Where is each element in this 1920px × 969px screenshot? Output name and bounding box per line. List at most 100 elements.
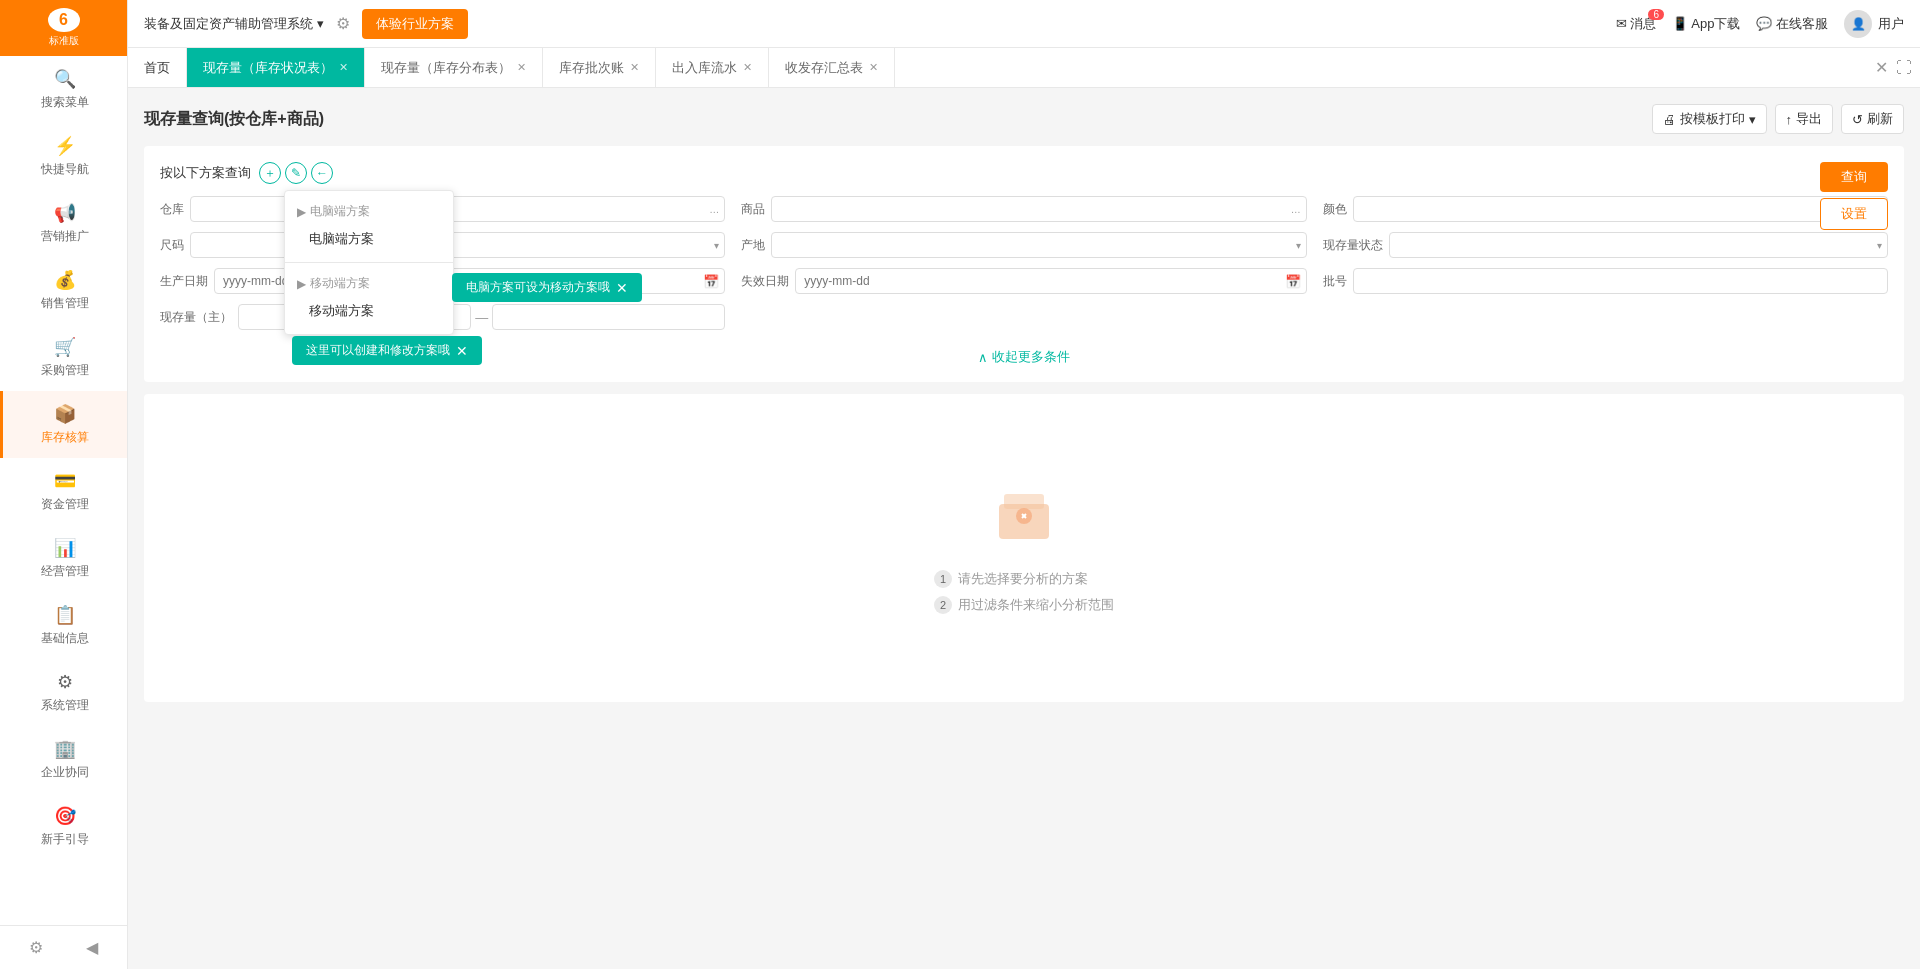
sidebar-item-system[interactable]: ⚙ 系统管理 xyxy=(0,659,127,726)
svg-rect-1 xyxy=(1004,494,1044,509)
sidebar-item-label: 快捷导航 xyxy=(41,161,89,178)
search-btn[interactable]: 查询 xyxy=(1820,162,1888,192)
sidebar: 6 标准版 🔍 搜索菜单 ⚡ 快捷导航 📢 营销推广 💰 销售管理 🛒 采购管理… xyxy=(0,0,128,969)
message-btn[interactable]: ✉ 6 消息 xyxy=(1616,15,1657,33)
origin-input[interactable] xyxy=(771,232,1306,258)
trial-btn[interactable]: 体验行业方案 xyxy=(362,9,468,39)
main-content: 装备及固定资产辅助管理系统 ▾ ⚙ 体验行业方案 ✉ 6 消息 📱 App下载 … xyxy=(128,0,1920,969)
sidebar-item-label: 基础信息 xyxy=(41,630,89,647)
tab-inventory-dist[interactable]: 现存量（库存分布表） ✕ xyxy=(365,48,543,87)
print-icon: 🖨 xyxy=(1663,112,1676,127)
tab-close-icon[interactable]: ✕ xyxy=(630,62,639,73)
tooltip-create-close[interactable]: ✕ xyxy=(456,343,468,359)
warehouse-input[interactable] xyxy=(190,196,725,222)
sidebar-item-sales[interactable]: 💰 销售管理 xyxy=(0,257,127,324)
top-header-left: 装备及固定资产辅助管理系统 ▾ ⚙ 体验行业方案 xyxy=(144,9,468,39)
tab-batch-account[interactable]: 库存批次账 ✕ xyxy=(543,48,656,87)
tab-inout-flow[interactable]: 出入库流水 ✕ xyxy=(656,48,769,87)
print-arrow: ▾ xyxy=(1749,112,1756,127)
tab-home[interactable]: 首页 xyxy=(128,48,187,87)
sidebar-item-guide[interactable]: 🎯 新手引导 xyxy=(0,793,127,860)
sidebar-item-inventory[interactable]: 📦 库存核算 xyxy=(0,391,127,458)
size-input[interactable] xyxy=(190,232,725,258)
system-selector[interactable]: 装备及固定资产辅助管理系统 ▾ xyxy=(144,15,324,33)
warehouse-select-wrapper: … xyxy=(190,196,725,222)
app-download-label: App下载 xyxy=(1691,16,1740,31)
mobile-section-label: 移动端方案 xyxy=(310,275,370,292)
avatar: 👤 xyxy=(1844,10,1872,38)
stock-range-separator: — xyxy=(475,310,488,325)
sidebar-logo: 6 标准版 xyxy=(0,0,127,56)
goods-input[interactable] xyxy=(771,196,1306,222)
page-actions: 🖨 按模板打印 ▾ ↑ 导出 ↺ 刷新 xyxy=(1652,104,1905,134)
user-area[interactable]: 👤 用户 xyxy=(1844,10,1904,38)
refresh-btn[interactable]: ↺ 刷新 xyxy=(1841,104,1904,134)
scheme-mobile-title: ▶ 移动端方案 xyxy=(285,271,453,296)
sidebar-item-search[interactable]: 🔍 搜索菜单 xyxy=(0,56,127,123)
sidebar-settings-btn[interactable]: ⚙ xyxy=(29,938,43,957)
tab-receive-summary[interactable]: 收发存汇总表 ✕ xyxy=(769,48,895,87)
tab-close-icon[interactable]: ✕ xyxy=(517,62,526,73)
sidebar-item-quick-nav[interactable]: ⚡ 快捷导航 xyxy=(0,123,127,190)
empty-tip-1: 1 请先选择要分析的方案 xyxy=(934,570,1114,588)
filter-actions: ＋ ✎ ← xyxy=(259,162,333,184)
filter-header: 按以下方案查询 ＋ ✎ ← xyxy=(160,162,1888,184)
header-settings-icon[interactable]: ⚙ xyxy=(336,14,350,33)
scheme-pc-section: ▶ 电脑端方案 电脑端方案 xyxy=(285,191,453,262)
scheme-arrow-btn[interactable]: ← xyxy=(311,162,333,184)
settings-btn[interactable]: 设置 xyxy=(1820,198,1888,230)
tab-actions: ✕ ⛶ xyxy=(1867,48,1920,87)
sidebar-item-label: 搜索菜单 xyxy=(41,94,89,111)
finance-icon: 💳 xyxy=(54,470,76,492)
tab-fullscreen-icon[interactable]: ⛶ xyxy=(1896,59,1912,77)
tooltip-create: 这里可以创建和修改方案哦 ✕ xyxy=(292,336,482,365)
tooltip-pc: 电脑方案可设为移动方案哦 ✕ xyxy=(452,273,642,302)
enterprise-icon: 🏢 xyxy=(54,738,76,760)
sidebar-item-enterprise[interactable]: 🏢 企业协同 xyxy=(0,726,127,793)
stock-main-to-input[interactable] xyxy=(492,304,725,330)
scheme-pc-item[interactable]: 电脑端方案 xyxy=(285,224,453,254)
tab-label: 出入库流水 xyxy=(672,59,737,77)
sidebar-item-marketing[interactable]: 📢 营销推广 xyxy=(0,190,127,257)
filter-panel: 按以下方案查询 ＋ ✎ ← ▶ 电脑端方案 电脑端方案 xyxy=(144,146,1904,382)
expire-date-input[interactable] xyxy=(795,268,1306,294)
app-download-btn[interactable]: 📱 App下载 xyxy=(1672,15,1740,33)
batch-input[interactable] xyxy=(1353,268,1888,294)
sidebar-item-purchase[interactable]: 🛒 采购管理 xyxy=(0,324,127,391)
sales-icon: 💰 xyxy=(54,269,76,291)
scheme-mobile-item[interactable]: 移动端方案 xyxy=(285,296,453,326)
filter-item-expire-date: 失效日期 📅 xyxy=(741,268,1306,294)
tab-close-icon[interactable]: ✕ xyxy=(339,62,348,73)
tab-close-icon[interactable]: ✕ xyxy=(869,62,878,73)
tooltip-pc-close[interactable]: ✕ xyxy=(616,280,628,296)
sidebar-item-basic[interactable]: 📋 基础信息 xyxy=(0,592,127,659)
export-btn[interactable]: ↑ 导出 xyxy=(1775,104,1834,134)
add-scheme-btn[interactable]: ＋ xyxy=(259,162,281,184)
sidebar-item-operations[interactable]: 📊 经营管理 xyxy=(0,525,127,592)
tab-close-all-icon[interactable]: ✕ xyxy=(1875,58,1888,77)
user-label: 用户 xyxy=(1878,15,1904,33)
tab-inventory-status[interactable]: 现存量（库存状况表） ✕ xyxy=(187,48,365,87)
search-icon: 🔍 xyxy=(54,68,76,90)
search-action-area: 查询 设置 xyxy=(1804,146,1904,246)
triangle-icon: ▶ xyxy=(297,205,306,219)
marketing-icon: 📢 xyxy=(54,202,76,224)
goods-select-wrapper: … xyxy=(771,196,1306,222)
export-label: 导出 xyxy=(1796,110,1822,128)
scheme-mobile-section: ▶ 移动端方案 移动端方案 xyxy=(285,263,453,334)
tab-close-icon[interactable]: ✕ xyxy=(743,62,752,73)
sidebar-collapse-btn[interactable]: ◀ xyxy=(86,938,98,957)
logo-text: 标准版 xyxy=(49,34,79,48)
print-btn[interactable]: 🖨 按模板打印 ▾ xyxy=(1652,104,1767,134)
sidebar-item-finance[interactable]: 💳 资金管理 xyxy=(0,458,127,525)
online-support-btn[interactable]: 💬 在线客服 xyxy=(1756,15,1828,33)
sidebar-item-label: 销售管理 xyxy=(41,295,89,312)
edit-scheme-btn[interactable]: ✎ xyxy=(285,162,307,184)
logo-icon: 6 xyxy=(48,8,80,32)
guide-icon: 🎯 xyxy=(54,805,76,827)
export-icon: ↑ xyxy=(1786,112,1793,127)
system-icon: ⚙ xyxy=(57,671,73,693)
size-label: 尺码 xyxy=(160,237,184,254)
size-select-wrapper: ▾ xyxy=(190,232,725,258)
origin-label: 产地 xyxy=(741,237,765,254)
